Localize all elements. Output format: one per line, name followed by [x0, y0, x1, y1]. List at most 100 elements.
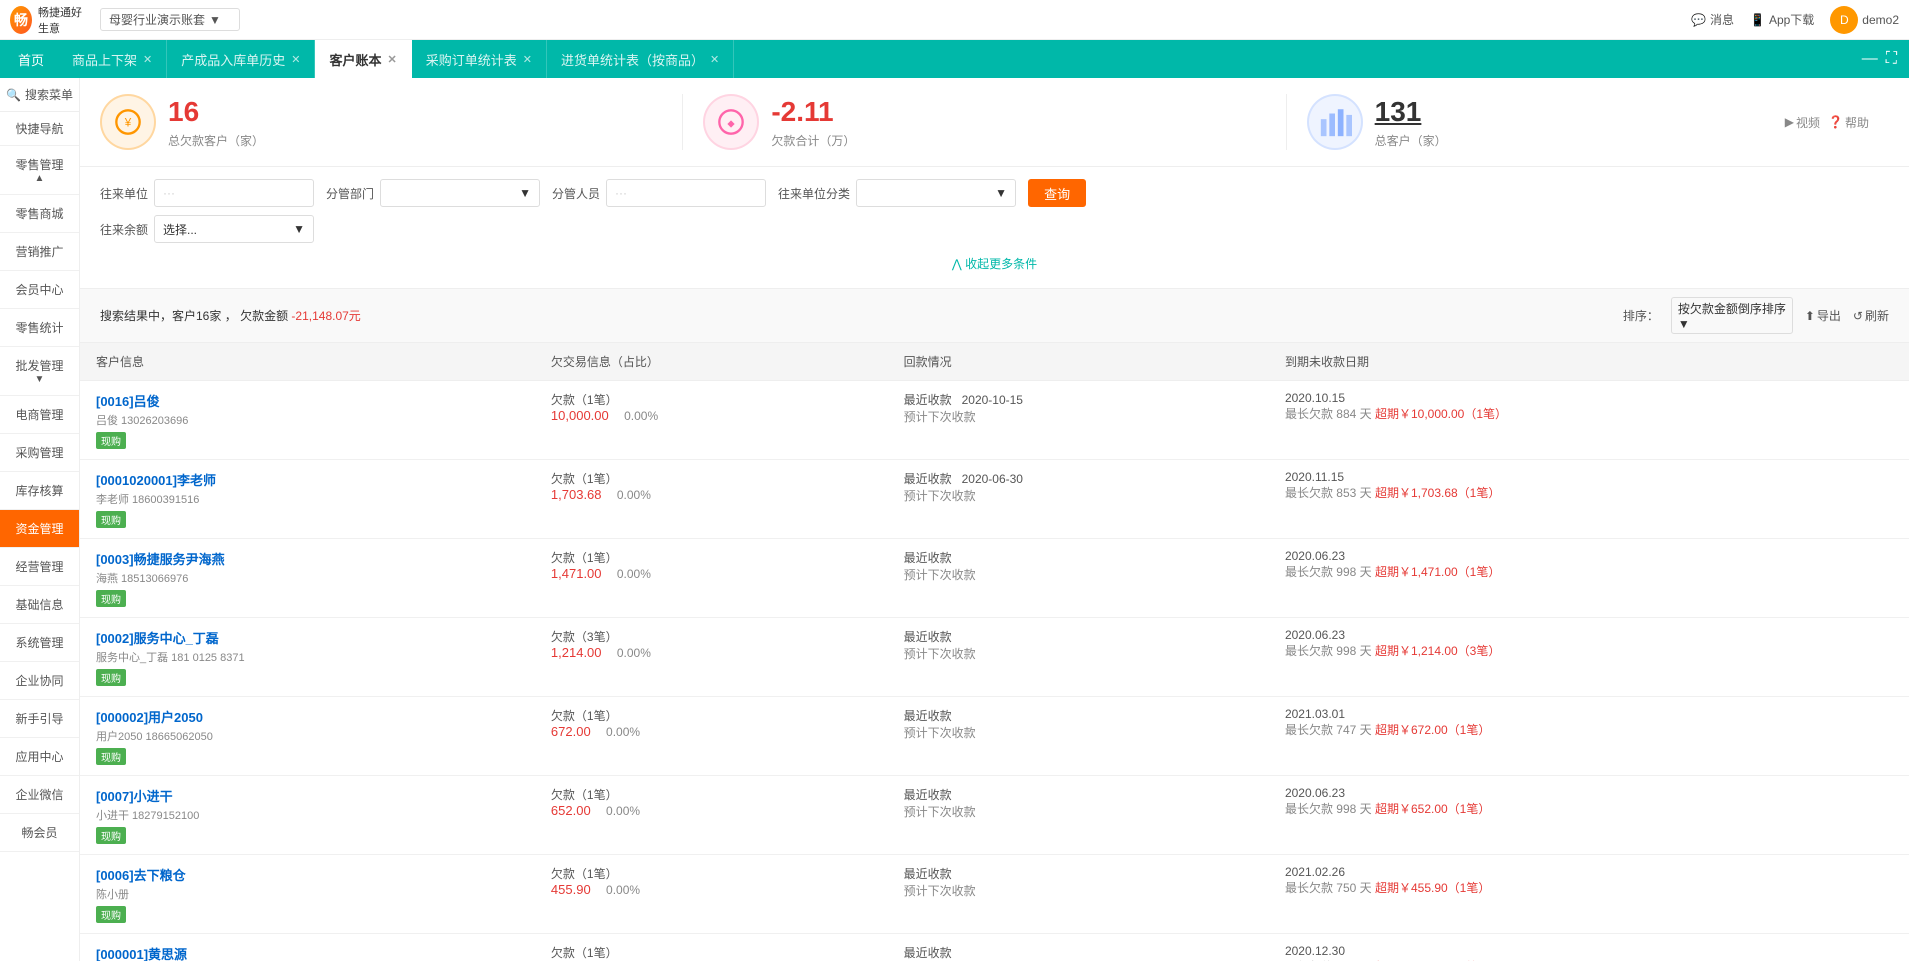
logo-text: 畅捷通好生意 — [38, 4, 90, 36]
customer-contact: 吕俊 13026203696 — [96, 412, 519, 428]
refresh-icon: ↺ — [1853, 309, 1863, 323]
question-icon: ❓ — [1828, 115, 1843, 129]
overdue-days: 最长欠款 998 天 — [1285, 565, 1375, 579]
table-row: [000002]用户2050 用户2050 18665062050 现购 欠款（… — [80, 697, 1909, 776]
person-input[interactable]: ··· — [606, 179, 766, 207]
sidebar-item-retail-mgmt[interactable]: 零售管理 ▲ — [0, 146, 79, 195]
chevron-down-icon: ▼ — [995, 186, 1007, 200]
sidebar-item-system[interactable]: 系统管理 — [0, 624, 79, 662]
sidebar-item-new-guide[interactable]: 新手引导 — [0, 700, 79, 738]
search-button[interactable]: 查询 — [1028, 179, 1086, 207]
close-icon[interactable]: ✕ — [388, 53, 397, 66]
sidebar-item-vip-member[interactable]: 畅会员 — [0, 814, 79, 852]
overdue-amount[interactable]: 超期￥672.00（1笔） — [1375, 723, 1490, 737]
filter-person: 分管人员 ··· — [552, 179, 766, 207]
debt-amount: 1,703.68 — [551, 487, 602, 502]
recent-collect: 最近收款 — [904, 630, 959, 644]
minimize-icon[interactable]: — — [1862, 50, 1878, 68]
avatar: D — [1830, 6, 1858, 34]
maximize-icon[interactable]: ⛶ — [1886, 50, 1897, 68]
sidebar-item-retail-store[interactable]: 零售商城 — [0, 195, 79, 233]
customer-name[interactable]: [0003]畅捷服务尹海燕 — [96, 549, 519, 568]
user-area[interactable]: D demo2 — [1830, 6, 1899, 34]
sidebar-item-business[interactable]: 经营管理 — [0, 548, 79, 586]
store-selector[interactable]: 母婴行业演示账套 ▼ — [100, 8, 240, 31]
sidebar-item-inventory[interactable]: 库存核算 — [0, 472, 79, 510]
sidebar-item-enterprise-collab[interactable]: 企业协同 — [0, 662, 79, 700]
table-row: [0016]吕俊 吕俊 13026203696 现购 欠款（1笔） 10,000… — [80, 381, 1909, 460]
tab-customer-account[interactable]: 客户账本 ✕ — [315, 40, 411, 78]
collapse-bar[interactable]: ⋀ 收起更多条件 — [100, 251, 1889, 276]
sidebar-item-finance[interactable]: 资金管理 — [0, 510, 79, 548]
sidebar-item-enterprise-wechat[interactable]: 企业微信 — [0, 776, 79, 814]
debt-count: 欠款（1笔） — [551, 472, 618, 486]
sidebar-item-marketing[interactable]: 营销推广 — [0, 233, 79, 271]
next-collect: 预计下次收款 — [904, 647, 976, 661]
customer-name[interactable]: [000002]用户2050 — [96, 707, 519, 726]
sidebar-item-ecommerce[interactable]: 电商管理 — [0, 396, 79, 434]
debt-info-cell: 欠款（1笔） 455.90 0.00% — [535, 855, 888, 934]
tab-purchase-stats[interactable]: 进货单统计表（按商品） ✕ — [547, 40, 734, 78]
sidebar-item-retail-stats[interactable]: 零售统计 — [0, 309, 79, 347]
username: demo2 — [1862, 13, 1899, 27]
sidebar-item-basic-info[interactable]: 基础信息 — [0, 586, 79, 624]
close-icon[interactable]: ✕ — [523, 53, 532, 66]
debt-percent: 0.00% — [617, 646, 651, 660]
tab-goods-offline[interactable]: 商品上下架 ✕ — [58, 40, 167, 78]
customer-name[interactable]: [000001]黄思源 — [96, 944, 519, 961]
overdue-amount[interactable]: 超期￥1,471.00（1笔） — [1375, 565, 1500, 579]
overdue-amount[interactable]: 超期￥455.90（1笔） — [1375, 881, 1490, 895]
balance-select[interactable]: 选择... ▼ — [154, 215, 314, 243]
data-table: 客户信息 欠交易信息（占比） 回款情况 到期未收款日期 [0016]吕俊 吕俊 … — [80, 343, 1909, 961]
due-date: 2021.03.01 — [1285, 707, 1345, 721]
customer-name[interactable]: [0016]吕俊 — [96, 391, 519, 410]
overdue-amount[interactable]: 超期￥652.00（1笔） — [1375, 802, 1490, 816]
recent-collect: 最近收款 2020-10-15 — [904, 393, 1023, 407]
collection-cell: 最近收款 预计下次收款 — [888, 855, 1269, 934]
app-download-btn[interactable]: 📱 App下载 — [1750, 11, 1814, 28]
from-unit-input[interactable]: ··· — [154, 179, 314, 207]
customer-name[interactable]: [0001020001]李老师 — [96, 470, 519, 489]
sidebar-item-search-menu[interactable]: 🔍 搜索菜单 — [0, 78, 79, 112]
unit-category-select[interactable]: ▼ — [856, 179, 1016, 207]
from-unit-label: 往来单位 — [100, 185, 148, 202]
customer-tag: 现购 — [96, 748, 126, 765]
tab-product-history[interactable]: 产成品入库单历史 ✕ — [167, 40, 315, 78]
close-icon[interactable]: ✕ — [710, 53, 719, 66]
debt-amount: 652.00 — [551, 803, 591, 818]
sidebar-item-quick-nav[interactable]: 快捷导航 — [0, 112, 79, 146]
overdue-amount[interactable]: 超期￥1,214.00（3笔） — [1375, 644, 1500, 658]
refresh-btn[interactable]: ↺ 刷新 — [1853, 307, 1889, 324]
help-btn[interactable]: ❓ 帮助 — [1828, 114, 1869, 131]
dept-select[interactable]: ▼ — [380, 179, 540, 207]
customer-name[interactable]: [0006]去下粮仓 — [96, 865, 519, 884]
tab-home[interactable]: 首页 — [4, 40, 58, 78]
debt-amount-value-result: -21,148.07元 — [291, 309, 360, 323]
sidebar-item-purchase-mgmt[interactable]: 采购管理 — [0, 434, 79, 472]
export-btn[interactable]: ⬆ 导出 — [1805, 307, 1841, 324]
arrow-icon: ▲ — [35, 173, 45, 184]
recent-collect: 最近收款 2020-06-30 — [904, 472, 1023, 486]
sort-select[interactable]: 按欠款金额倒序排序 ▼ — [1671, 297, 1793, 334]
close-icon[interactable]: ✕ — [291, 53, 300, 66]
sidebar-item-app-center[interactable]: 应用中心 — [0, 738, 79, 776]
customer-name[interactable]: [0007]小进干 — [96, 786, 519, 805]
customer-tag: 现购 — [96, 827, 126, 844]
close-icon[interactable]: ✕ — [143, 53, 152, 66]
message-btn[interactable]: 💬 消息 — [1691, 11, 1734, 28]
next-collect: 预计下次收款 — [904, 884, 976, 898]
filter-unit-category: 往来单位分类 ▼ — [778, 179, 1016, 207]
sidebar-item-member[interactable]: 会员中心 — [0, 271, 79, 309]
arrow-icon: ▼ — [35, 374, 45, 385]
customer-name[interactable]: [0002]服务中心_丁磊 — [96, 628, 519, 647]
sidebar-item-batch-mgmt[interactable]: 批发管理 ▼ — [0, 347, 79, 396]
overdue-amount[interactable]: 超期￥10,000.00（1笔） — [1375, 407, 1507, 421]
tab-bar: 首页 商品上下架 ✕ 产成品入库单历史 ✕ 客户账本 ✕ 采购订单统计表 ✕ 进… — [0, 40, 1909, 78]
tab-purchase-order[interactable]: 采购订单统计表 ✕ — [412, 40, 547, 78]
collection-cell: 最近收款 2020-10-15 预计下次收款 — [888, 381, 1269, 460]
total-customers-icon — [1307, 94, 1363, 150]
next-collect: 预计下次收款 — [904, 726, 976, 740]
overdue-amount[interactable]: 超期￥1,703.68（1笔） — [1375, 486, 1500, 500]
svg-text:¥: ¥ — [124, 117, 132, 130]
video-help-btn[interactable]: ▶ 视频 — [1785, 114, 1820, 131]
